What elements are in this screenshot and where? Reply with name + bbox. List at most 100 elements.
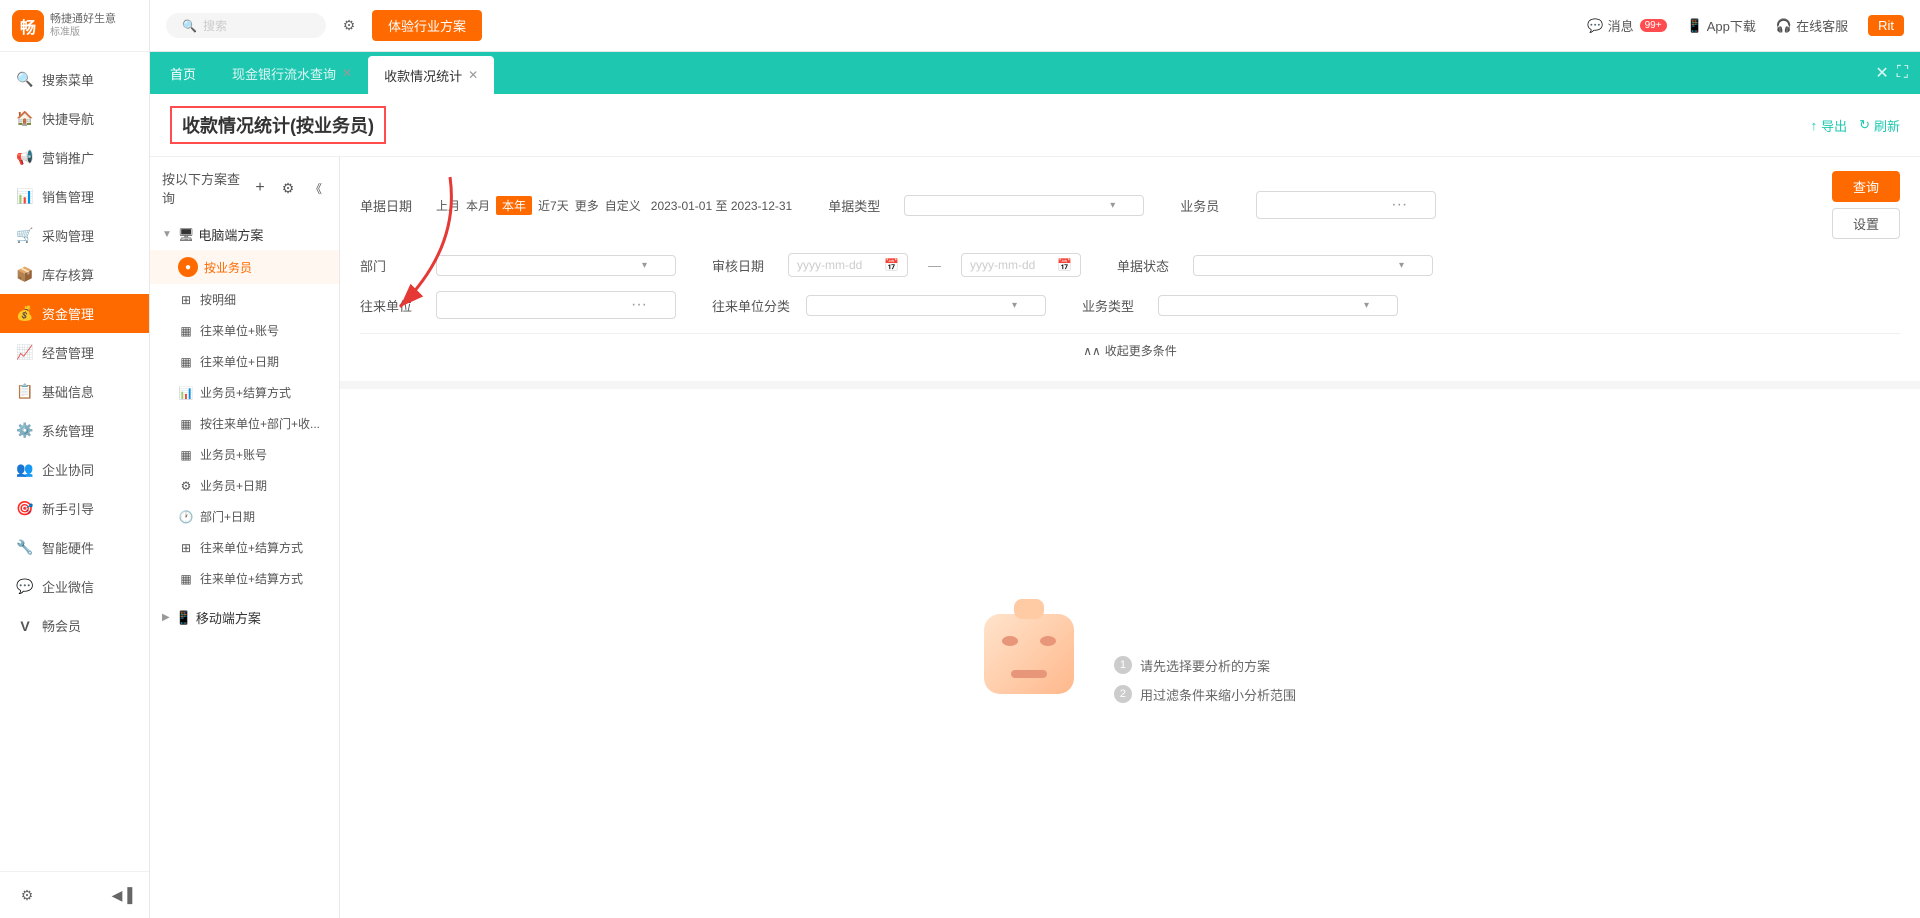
- staff-select[interactable]: ···: [1256, 191, 1436, 219]
- audit-date-from[interactable]: yyyy-mm-dd 📅: [788, 253, 908, 277]
- main-area: 🔍 搜索 ⚙ 体验行业方案 💬 消息 99+ 📱 App下载 🎧 在线客服 Ri…: [150, 0, 1920, 918]
- staff-more-icon[interactable]: ···: [1391, 196, 1407, 214]
- message-action[interactable]: 💬 消息 99+: [1587, 16, 1666, 35]
- date-to: 2023-12-31: [731, 199, 792, 213]
- nav-member-label: 畅会员: [42, 616, 81, 635]
- nav-marketing[interactable]: 📢 营销推广: [0, 138, 149, 177]
- tab-maximize-icon[interactable]: ⛶: [1897, 64, 1908, 82]
- type-select[interactable]: ▾: [904, 195, 1144, 216]
- collapse-filter-btn[interactable]: ∧∧ 收起更多条件: [360, 333, 1900, 367]
- tab-close-all-icon[interactable]: ✕: [1875, 63, 1888, 83]
- scheme-item-unit-dept[interactable]: ▦ 按往来单位+部门+收...: [150, 408, 339, 439]
- scheme-by-staff-label: 按业务员: [204, 259, 252, 276]
- nav-sales[interactable]: 📊 销售管理: [0, 177, 149, 216]
- date-this-month[interactable]: 本月: [466, 197, 490, 214]
- scheme-item-staff-account[interactable]: ▦ 业务员+账号: [150, 439, 339, 470]
- scheme-item-by-staff[interactable]: ● 按业务员: [150, 250, 339, 284]
- calendar-icon-1[interactable]: 📅: [884, 258, 899, 272]
- nav-wechat[interactable]: 💬 企业微信: [0, 567, 149, 606]
- trial-button[interactable]: 体验行业方案: [372, 10, 482, 41]
- nav-operation-label: 经营管理: [42, 343, 94, 362]
- scheme-item-unit-settle1[interactable]: ⊞ 往来单位+结算方式: [150, 532, 339, 563]
- scheme-item-staff-date[interactable]: ⚙ 业务员+日期: [150, 470, 339, 501]
- query-button[interactable]: 查询: [1832, 171, 1900, 202]
- left-panel-header: 按以下方案查询 + ⚙ 《: [150, 157, 339, 215]
- calendar-icon-2[interactable]: 📅: [1057, 258, 1072, 272]
- member-nav-icon: V: [16, 617, 34, 635]
- logo-name: 畅捷通好生意: [50, 12, 116, 26]
- tab-bank[interactable]: 现金银行流水查询 ✕: [216, 52, 368, 94]
- export-button[interactable]: ↑ 导出: [1811, 116, 1848, 135]
- date-separator: 至: [716, 199, 731, 213]
- scheme-item-staff-settle[interactable]: 📊 业务员+结算方式: [150, 377, 339, 408]
- sidebar-nav: 🔍 搜索菜单 🏠 快捷导航 📢 营销推广 📊 销售管理 🛒 采购管理 📦 库存核…: [0, 52, 149, 871]
- status-select[interactable]: ▾: [1193, 255, 1433, 276]
- unit-cat-select[interactable]: ▾: [806, 295, 1046, 316]
- nav-sales-label: 销售管理: [42, 187, 94, 206]
- scheme-collapse-icon[interactable]: 《: [305, 177, 327, 199]
- scheme-group-mobile-title[interactable]: ▶ 📱 移动端方案: [150, 602, 339, 633]
- scheme-unit-dept-label: 按往来单位+部门+收...: [200, 415, 320, 432]
- nav-member[interactable]: V 畅会员: [0, 606, 149, 645]
- user-name: Rit: [1878, 18, 1894, 33]
- sidebar-logo: 畅 畅捷通好生意 标准版: [0, 0, 149, 52]
- nav-guide-label: 新手引导: [42, 499, 94, 518]
- online-service-action[interactable]: 🎧 在线客服: [1776, 16, 1848, 35]
- tab-receipt[interactable]: 收款情况统计 ✕: [368, 56, 494, 94]
- nav-operation[interactable]: 📈 经营管理: [0, 333, 149, 372]
- clock-icon: 🕐: [178, 509, 194, 525]
- nav-corp[interactable]: 👥 企业协同: [0, 450, 149, 489]
- user-avatar[interactable]: Rit: [1868, 15, 1904, 36]
- export-icon: ↑: [1811, 118, 1818, 133]
- tab-bank-close[interactable]: ✕: [342, 66, 352, 80]
- audit-date-to[interactable]: yyyy-mm-dd 📅: [961, 253, 1081, 277]
- header-search[interactable]: 🔍 搜索: [166, 13, 326, 38]
- add-scheme-icon[interactable]: +: [249, 177, 271, 199]
- scheme-item-unit-account[interactable]: ▦ 往来单位+账号: [150, 315, 339, 346]
- settings-button[interactable]: 设置: [1832, 208, 1900, 239]
- scheme-item-dept-date[interactable]: 🕐 部门+日期: [150, 501, 339, 532]
- scheme-item-unit-date[interactable]: ▦ 往来单位+日期: [150, 346, 339, 377]
- search-nav-icon: 🔍: [16, 71, 34, 89]
- scheme-item-unit-settle2[interactable]: ▦ 往来单位+结算方式: [150, 563, 339, 594]
- nav-system[interactable]: ⚙️ 系统管理: [0, 411, 149, 450]
- date-last-month[interactable]: 上月: [436, 197, 460, 214]
- scheme-group-desktop-title[interactable]: ▼ 🖥 电脑端方案: [150, 219, 339, 250]
- refresh-button[interactable]: ↻ 刷新: [1859, 116, 1900, 135]
- scheme-unit-settle1-label: 往来单位+结算方式: [200, 539, 303, 556]
- biz-type-select[interactable]: ▾: [1158, 295, 1398, 316]
- dept-select[interactable]: ▾: [436, 255, 676, 276]
- tip-2: 2 用过滤条件来缩小分析范围: [1114, 685, 1296, 704]
- message-label: 消息: [1608, 16, 1634, 35]
- scheme-item-by-detail[interactable]: ⊞ 按明细: [150, 284, 339, 315]
- unit-more-icon[interactable]: ···: [631, 296, 647, 314]
- footer-settings-icon[interactable]: ⚙: [16, 884, 38, 906]
- tab-home[interactable]: 首页: [150, 52, 216, 94]
- footer-collapse-icon[interactable]: ◀▐: [111, 884, 133, 906]
- header-settings-icon[interactable]: ⚙: [338, 15, 360, 37]
- scheme-settings-icon[interactable]: ⚙: [277, 177, 299, 199]
- nav-finance[interactable]: 💰 资金管理: [0, 294, 149, 333]
- app-download-action[interactable]: 📱 App下载: [1687, 16, 1756, 35]
- operation-nav-icon: 📈: [16, 344, 34, 362]
- tab-receipt-close[interactable]: ✕: [468, 68, 478, 82]
- system-nav-icon: ⚙️: [16, 422, 34, 440]
- scheme-unit-date-label: 往来单位+日期: [200, 353, 279, 370]
- tab-bar-end: ✕ ⛶: [1875, 63, 1920, 83]
- nav-basic[interactable]: 📋 基础信息: [0, 372, 149, 411]
- unit-select[interactable]: ···: [436, 291, 676, 319]
- nav-guide[interactable]: 🎯 新手引导: [0, 489, 149, 528]
- sidebar-footer: ⚙ ◀▐: [0, 871, 149, 918]
- dept-label: 部门: [360, 256, 420, 275]
- nav-search[interactable]: 🔍 搜索菜单: [0, 60, 149, 99]
- date-7days[interactable]: 近7天: [538, 197, 569, 214]
- date-more[interactable]: 更多: [575, 197, 599, 214]
- nav-purchase[interactable]: 🛒 采购管理: [0, 216, 149, 255]
- nav-inventory[interactable]: 📦 库存核算: [0, 255, 149, 294]
- date-this-year[interactable]: 本年: [496, 196, 532, 215]
- nav-quick[interactable]: 🏠 快捷导航: [0, 99, 149, 138]
- page-actions: ↑ 导出 ↻ 刷新: [1811, 116, 1900, 135]
- nav-hardware[interactable]: 🔧 智能硬件: [0, 528, 149, 567]
- date-custom[interactable]: 自定义: [605, 197, 641, 214]
- sales-nav-icon: 📊: [16, 188, 34, 206]
